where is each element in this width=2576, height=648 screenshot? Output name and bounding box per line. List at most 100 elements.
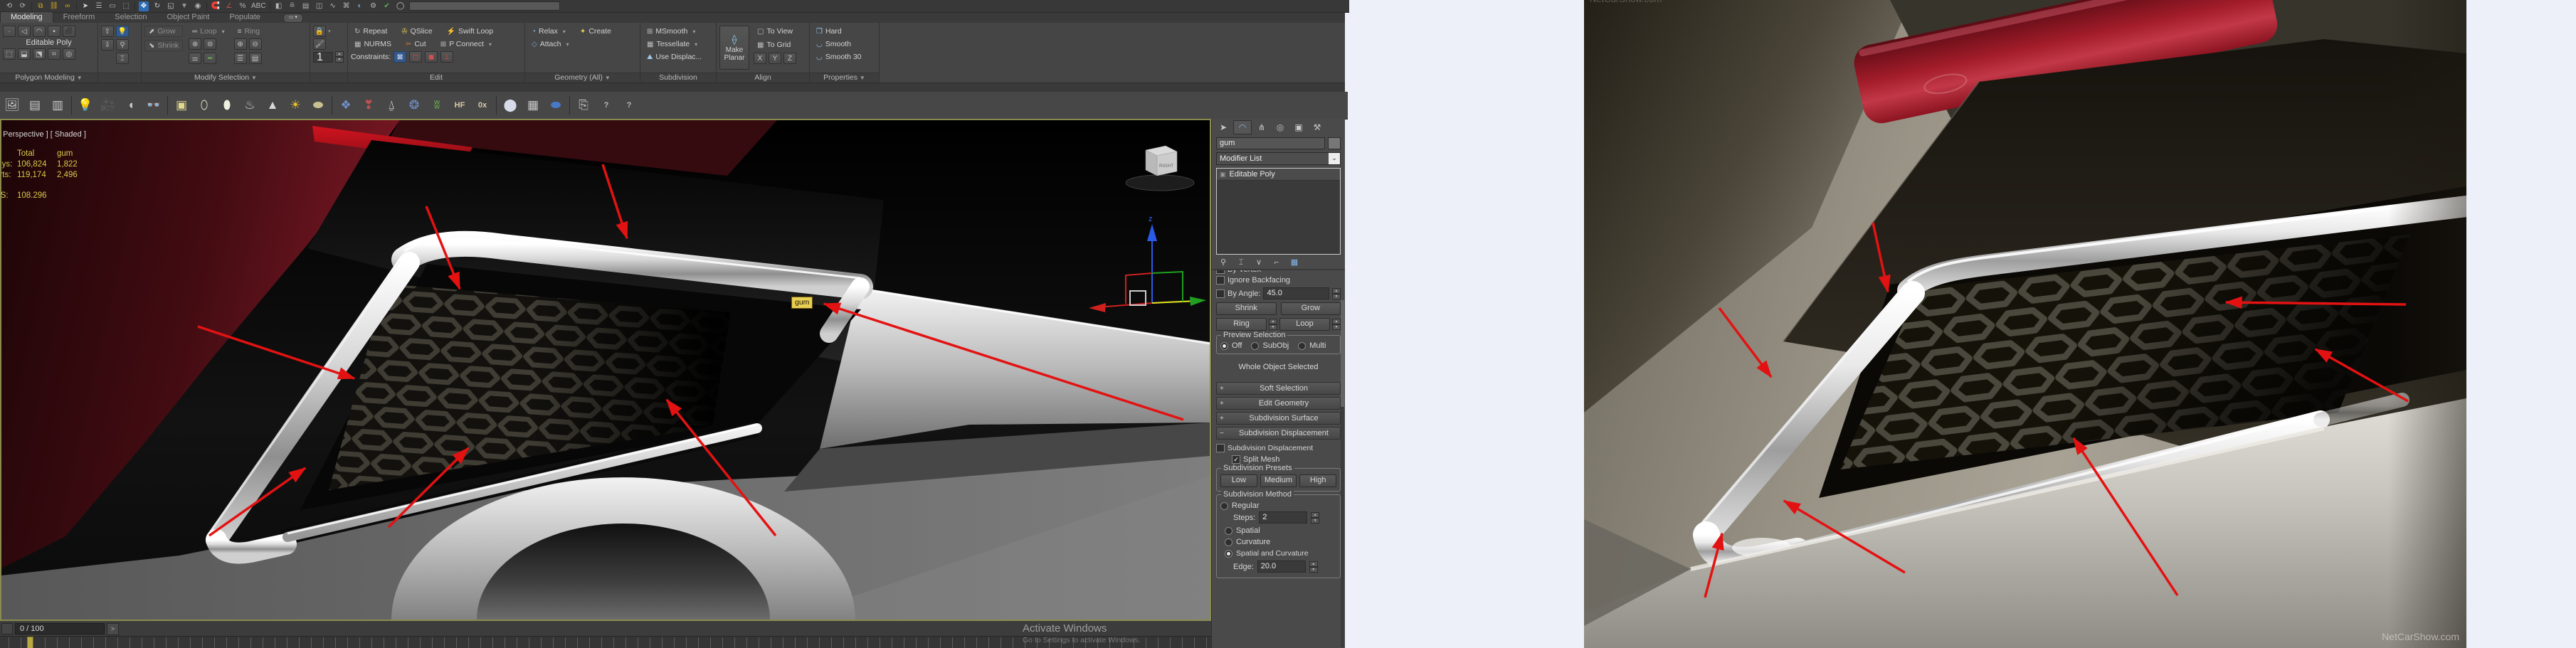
lattice-icon[interactable]: ❖: [337, 95, 355, 115]
modify-tab-icon[interactable]: ◠: [1233, 120, 1252, 134]
element-mode-icon[interactable]: ⬛: [63, 26, 75, 37]
remove-modifier-icon[interactable]: ⌐: [1271, 257, 1282, 267]
preserve-uvs-icon[interactable]: ⬚: [3, 48, 16, 60]
group-label-edit[interactable]: Edit: [348, 73, 524, 83]
shrink-button[interactable]: Shrink: [1216, 302, 1277, 315]
camera-icon[interactable]: 🎥: [99, 95, 117, 115]
rollout-subdivision-surface[interactable]: + Subdivision Surface: [1216, 412, 1341, 425]
rollout-subdivision-displacement[interactable]: − Subdivision Displacement: [1216, 427, 1341, 440]
spatial-radio[interactable]: [1225, 526, 1232, 535]
tessellate-button[interactable]: ▦ Tessellate: [643, 38, 701, 50]
pin-stack-icon[interactable]: ⚲: [1218, 257, 1229, 267]
constraint-face-icon[interactable]: ◼: [425, 51, 438, 63]
constraint-none-icon[interactable]: ⊠: [394, 51, 407, 63]
use-displacement-button[interactable]: ⛰ Use Displac...: [643, 51, 705, 63]
material-editor-icon[interactable]: ◐: [355, 1, 365, 11]
vertex-mode-icon[interactable]: ∙: [3, 26, 16, 37]
next-modifier-icon[interactable]: ⌶: [116, 53, 129, 64]
utilities-tab-icon[interactable]: ⚒: [1309, 121, 1326, 134]
ring-shrink-icon[interactable]: ⊖: [248, 38, 262, 50]
soft-selection-icon[interactable]: ◎: [63, 48, 75, 60]
ignore-backfacing-icon[interactable]: ⌗: [48, 48, 60, 60]
tab-populate[interactable]: Populate: [219, 12, 270, 23]
scale-icon[interactable]: ◱: [166, 1, 176, 11]
msmooth-button[interactable]: ⊞ MSmooth: [643, 26, 699, 37]
create-tab-icon[interactable]: ➤: [1215, 121, 1232, 134]
spinner-snap-icon[interactable]: ABC: [251, 1, 266, 11]
modifier-list-dropdown[interactable]: Modifier List ⌄: [1216, 152, 1341, 165]
swift-loop-button[interactable]: ⚡ Swift Loop: [443, 26, 497, 37]
group-label-properties[interactable]: Properties ▼: [810, 73, 879, 83]
select-by-name-icon[interactable]: ☰: [94, 1, 104, 11]
viewport-label[interactable]: [ Perspective ] [ Shaded ]: [1, 130, 86, 139]
ref-coord-icon[interactable]: ▼: [179, 1, 189, 11]
preview-subobj-radio[interactable]: [1251, 341, 1260, 350]
border-mode-icon[interactable]: ◠: [33, 26, 46, 37]
show-cage-icon[interactable]: ⬔: [33, 48, 46, 60]
steps-spinner[interactable]: ▲ ▼: [1311, 511, 1320, 524]
to-view-button[interactable]: ▢ To View: [754, 26, 796, 37]
nurms-button[interactable]: ▦ NURMS: [351, 38, 395, 50]
rollout-edit-geometry[interactable]: + Edit Geometry: [1216, 397, 1341, 410]
tweak-icon[interactable]: ⬓: [18, 48, 31, 60]
ring-button[interactable]: Ring: [1216, 318, 1267, 331]
preset-low-button[interactable]: Low: [1220, 474, 1257, 487]
graphite-icon[interactable]: ◫: [315, 1, 324, 11]
grow-button[interactable]: Grow: [1280, 302, 1341, 315]
teapot-icon[interactable]: ♨: [241, 95, 259, 115]
pearl-icon[interactable]: ⬤: [501, 95, 519, 115]
collapse-stack-down-icon[interactable]: ⇩: [101, 39, 114, 51]
make-planar-button[interactable]: ⟠ Make Planar: [719, 26, 749, 70]
swatches-icon[interactable]: ▦: [524, 95, 542, 115]
constraint-edge-icon[interactable]: ◻: [409, 51, 423, 63]
ring-shift-up-icon[interactable]: ☰: [233, 53, 247, 64]
render-setup-icon[interactable]: ⚙: [369, 1, 379, 11]
spatial-curvature-radio[interactable]: [1225, 549, 1232, 558]
pin-stack-icon[interactable]: ⚲: [116, 39, 129, 51]
ring-dropdown[interactable]: ≡ Ring: [234, 26, 263, 37]
tab-selection[interactable]: Selection: [105, 12, 157, 23]
select-object-icon[interactable]: ➤: [80, 1, 90, 11]
loop-grow-icon[interactable]: ⊕: [189, 38, 202, 50]
constraint-normal-icon[interactable]: ⊥: [440, 51, 454, 63]
pylon-icon[interactable]: ⍙: [382, 95, 401, 115]
display-tab-icon[interactable]: ▣: [1290, 121, 1307, 134]
mirror-icon[interactable]: ◧: [274, 1, 284, 11]
select-move-icon[interactable]: ✥: [139, 1, 149, 11]
preview-off-radio[interactable]: [1220, 341, 1228, 350]
perspective-viewport[interactable]: RIGHT z [Perspective] [Shaded] Total…: [0, 119, 1211, 621]
qslice-button[interactable]: ✇ QSlice: [398, 26, 436, 37]
curve-editor-icon[interactable]: ∿: [328, 1, 338, 11]
state-sets-icon[interactable]: ▤: [26, 95, 44, 115]
render-presets-icon[interactable]: ▥: [48, 95, 67, 115]
by-angle-checkbox[interactable]: [1216, 289, 1225, 298]
named-selection-field[interactable]: [408, 1, 560, 11]
sun-icon[interactable]: ☀: [286, 95, 305, 115]
hair-hf-icon[interactable]: HF: [450, 95, 469, 115]
paint-size-field[interactable]: 1: [313, 51, 333, 63]
group-label-align[interactable]: Align: [717, 73, 809, 83]
edge-mode-icon[interactable]: ◁: [18, 26, 31, 37]
render-frame-icon[interactable]: 🖼: [3, 95, 21, 115]
loop-spinner[interactable]: ▲ ▼: [1332, 319, 1341, 330]
ring-shift-down-icon[interactable]: ▤: [248, 53, 262, 64]
motion-tab-icon[interactable]: ◎: [1272, 121, 1289, 134]
layer-manager-icon[interactable]: ▤: [301, 1, 311, 11]
show-end-result-icon[interactable]: 💡: [116, 26, 129, 37]
rollout-soft-selection[interactable]: + Soft Selection: [1216, 382, 1341, 395]
group-label-polygon-modeling[interactable]: Polygon Modeling ▼: [0, 73, 97, 83]
help1-icon[interactable]: ?: [597, 95, 616, 115]
polygon-mode-icon[interactable]: ▪: [48, 26, 60, 37]
hair-ox-icon[interactable]: 0x: [473, 95, 492, 115]
hard-button[interactable]: ❒ Hard: [813, 26, 845, 37]
timeline-mode-button[interactable]: [1, 623, 13, 634]
help2-icon[interactable]: ?: [620, 95, 638, 115]
create-button[interactable]: ✦ Create: [576, 26, 615, 37]
object-name-field[interactable]: gum: [1216, 137, 1325, 149]
tab-object-paint[interactable]: Object Paint: [157, 12, 220, 23]
loop-mode-icon[interactable]: ━: [204, 53, 217, 64]
doc-list-icon[interactable]: ⎘: [574, 95, 593, 115]
ring-grow-icon[interactable]: ⊕: [233, 38, 247, 50]
edge-spinner[interactable]: ▲ ▼: [1309, 561, 1318, 573]
stack-item-editable-poly[interactable]: ▣ Editable Poly: [1217, 169, 1340, 181]
